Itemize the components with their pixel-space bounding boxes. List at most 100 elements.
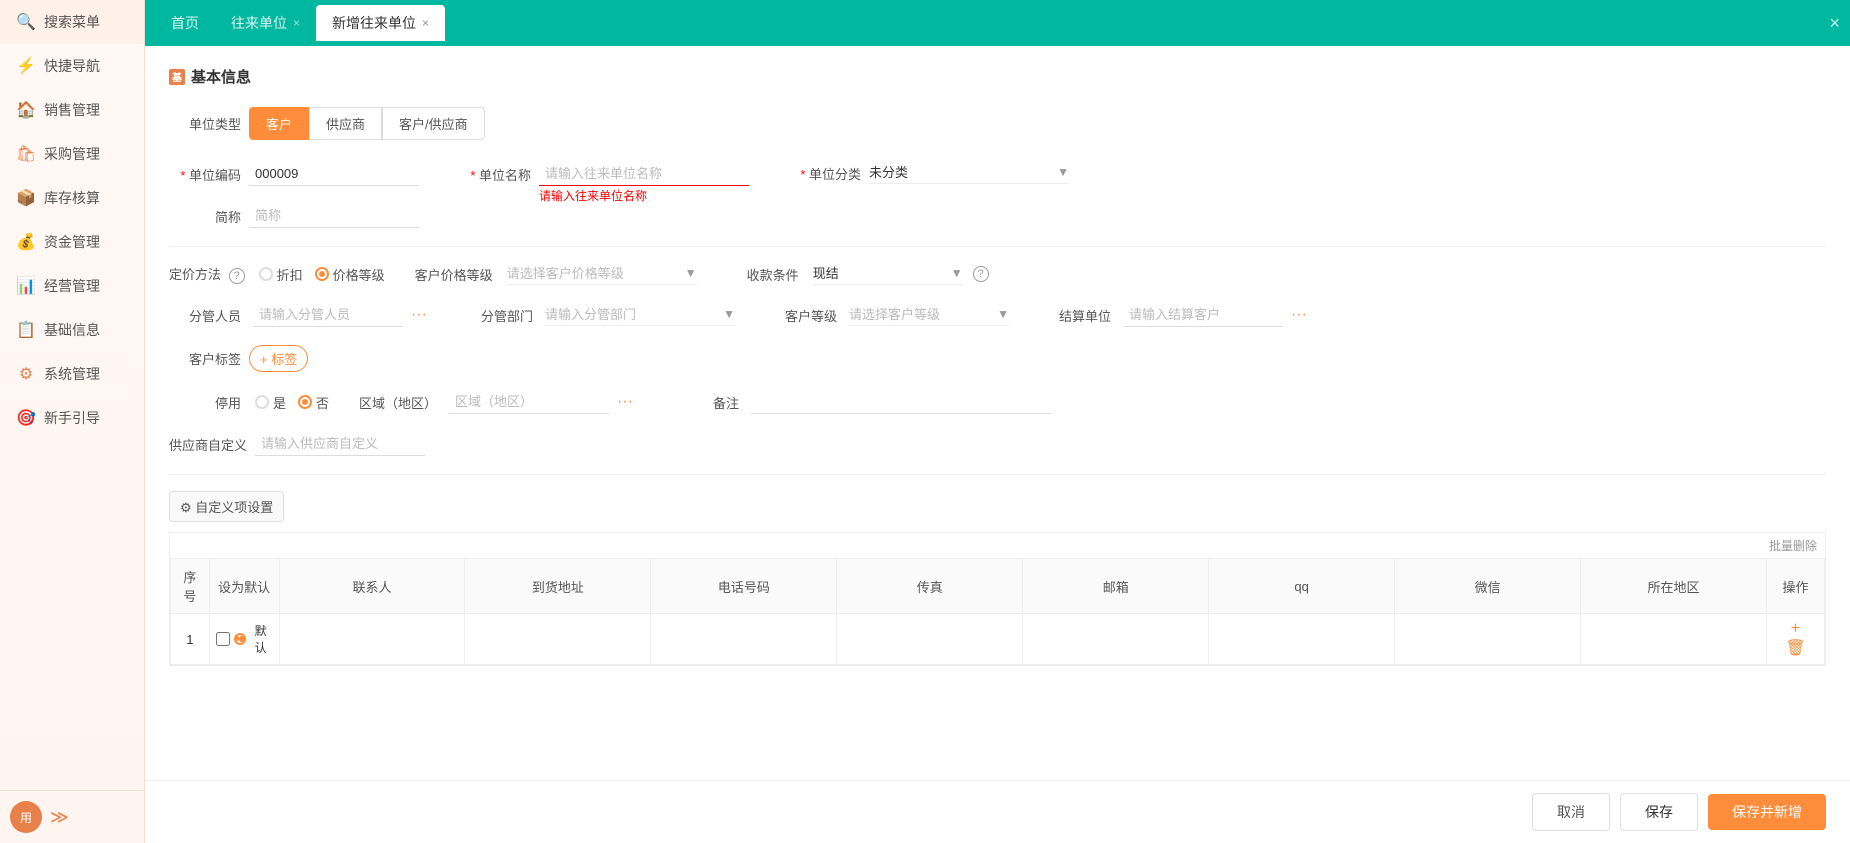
- pricing-radio-discount[interactable]: 折扣: [259, 265, 303, 284]
- cell-address[interactable]: [465, 614, 651, 665]
- customer-price-select[interactable]: 请选择客户价格等级 ▼: [507, 263, 697, 285]
- radio-dot-price-level: [315, 267, 329, 281]
- tab-vendor-list-label: 往来单位: [231, 13, 287, 33]
- sidebar-item-label: 新手引导: [44, 408, 100, 428]
- cell-contact[interactable]: [279, 614, 465, 665]
- delete-row-button[interactable]: 🗑: [1782, 638, 1808, 658]
- tab-vendor-list-close[interactable]: ×: [293, 16, 300, 30]
- address-input[interactable]: [471, 632, 644, 647]
- sidebar-item-purchase[interactable]: 🛍 采购管理: [0, 132, 144, 176]
- unit-category-select[interactable]: 未分类 ▼: [869, 162, 1069, 184]
- unit-btn-both[interactable]: 客户/供应商: [382, 107, 485, 140]
- sidebar-item-finance[interactable]: 💰 资金管理: [0, 220, 144, 264]
- unit-type-label: 单位类型: [169, 114, 249, 133]
- cell-fax[interactable]: [837, 614, 1023, 665]
- contact-input[interactable]: [286, 632, 459, 647]
- unit-btn-customer[interactable]: 客户: [249, 107, 309, 140]
- pricing-help-icon[interactable]: ?: [229, 268, 245, 284]
- save-and-new-button[interactable]: 保存并新增: [1708, 794, 1826, 830]
- region-more-icon[interactable]: ···: [613, 393, 637, 411]
- tab-home[interactable]: 首页: [155, 5, 215, 41]
- box-icon: 📦: [16, 188, 36, 208]
- short-name-input[interactable]: [249, 204, 419, 228]
- col-contact: 联系人: [279, 559, 465, 614]
- sidebar-item-inventory[interactable]: 📦 库存核算: [0, 176, 144, 220]
- sidebar-item-label: 采购管理: [44, 144, 100, 164]
- tab-bar-close-all[interactable]: ×: [1829, 13, 1840, 34]
- chevron-down5-icon: ▼: [997, 307, 1009, 321]
- tab-vendor-list[interactable]: 往来单位 ×: [215, 5, 316, 41]
- cell-qq[interactable]: [1209, 614, 1395, 665]
- region-input[interactable]: [449, 390, 609, 414]
- sidebar-item-sales[interactable]: 🏠 销售管理: [0, 88, 144, 132]
- cancel-button[interactable]: 取消: [1532, 793, 1610, 831]
- cell-phone[interactable]: [651, 614, 837, 665]
- customer-level-select[interactable]: 请选择客户等级 ▼: [849, 304, 1009, 326]
- cell-region[interactable]: [1581, 614, 1767, 665]
- payment-terms-select[interactable]: 现结 ▼: [813, 263, 963, 285]
- cell-default: 默认: [209, 614, 279, 665]
- disabled-radio-no[interactable]: 否: [298, 393, 329, 412]
- section-header: 基 基本信息: [169, 66, 1826, 87]
- fax-input[interactable]: [843, 632, 1016, 647]
- manager-more-icon[interactable]: ···: [407, 306, 431, 324]
- cell-seq: 1: [171, 614, 210, 665]
- manager-input[interactable]: [253, 303, 403, 327]
- unit-category-value: 未分类: [869, 162, 1057, 181]
- unit-code-input[interactable]: [249, 162, 419, 186]
- unit-name-field: * 单位名称 请输入往来单位名称: [459, 162, 749, 186]
- col-qq: qq: [1209, 559, 1395, 614]
- unit-category-label: * 单位分类: [789, 164, 869, 183]
- add-tag-button[interactable]: + 标签: [249, 345, 308, 372]
- row-region-input[interactable]: [1587, 632, 1760, 647]
- remark-input[interactable]: [751, 390, 1051, 414]
- default-radio-cell[interactable]: 默认: [234, 622, 273, 656]
- wechat-input[interactable]: [1401, 632, 1574, 647]
- phone-input[interactable]: [657, 632, 830, 647]
- pricing-radio-price-level[interactable]: 价格等级: [315, 265, 385, 284]
- unit-type-row: 单位类型 客户 供应商 客户/供应商: [169, 107, 1826, 140]
- cell-wechat[interactable]: [1395, 614, 1581, 665]
- col-action: 操作: [1766, 559, 1824, 614]
- payment-terms-help-icon[interactable]: ?: [973, 266, 989, 282]
- save-button[interactable]: 保存: [1620, 793, 1698, 831]
- chevron-down4-icon: ▼: [723, 307, 735, 321]
- remark-label: 备注: [667, 393, 747, 412]
- sidebar-item-base[interactable]: 📋 基础信息: [0, 308, 144, 352]
- sidebar-item-system[interactable]: ⚙ 系统管理: [0, 352, 144, 396]
- settlement-unit-more-icon[interactable]: ···: [1287, 306, 1311, 324]
- customer-price-field: 客户价格等级 请选择客户价格等级 ▼: [415, 263, 697, 285]
- row-pricing: 定价方法 ? 折扣 价格等级 客户价格等级: [169, 263, 1826, 285]
- cell-email[interactable]: [1023, 614, 1209, 665]
- unit-name-error: 请输入往来单位名称: [539, 187, 647, 204]
- sidebar-item-label: 销售管理: [44, 100, 100, 120]
- settlement-unit-label: 结算单位: [1039, 306, 1119, 325]
- row-checkbox[interactable]: [216, 632, 230, 646]
- email-input[interactable]: [1029, 632, 1202, 647]
- add-row-button[interactable]: +: [1788, 620, 1803, 638]
- tab-bar: 首页 往来单位 × 新增往来单位 × ×: [145, 0, 1850, 46]
- tab-new-vendor-close[interactable]: ×: [422, 16, 429, 30]
- qq-input[interactable]: [1215, 632, 1388, 647]
- disabled-radio-yes[interactable]: 是: [255, 393, 286, 412]
- sidebar-item-quick-nav[interactable]: ⚡ 快捷导航: [0, 44, 144, 88]
- sidebar-item-guide[interactable]: 🎯 新手引导: [0, 396, 144, 440]
- sidebar-item-search[interactable]: 🔍 搜索菜单: [0, 0, 144, 44]
- supplier-custom-input[interactable]: [255, 432, 425, 456]
- cell-action: + 🗑: [1766, 614, 1824, 665]
- radio-dot-yes: [255, 395, 269, 409]
- dept-placeholder: 请输入分管部门: [545, 304, 723, 323]
- tab-new-vendor[interactable]: 新增往来单位 ×: [316, 5, 445, 41]
- batch-delete-btn[interactable]: 批量删除: [1769, 537, 1817, 554]
- content-area: 基 基本信息 单位类型 客户 供应商 客户/供应商 * 单位编码: [145, 46, 1850, 780]
- chart-icon: 📊: [16, 276, 36, 296]
- settlement-unit-input[interactable]: [1123, 303, 1283, 327]
- contact-table-container: 批量删除 序号 设为默认 联系人 到货地址 电话号码 传真 邮箱 qq 微信 所…: [169, 532, 1826, 666]
- unit-name-input[interactable]: [539, 162, 749, 186]
- dept-select[interactable]: 请输入分管部门 ▼: [545, 304, 735, 326]
- custom-settings-button[interactable]: ⚙ 自定义项设置: [169, 491, 284, 522]
- sidebar-item-operations[interactable]: 📊 经营管理: [0, 264, 144, 308]
- unit-category-field: * 单位分类 未分类 ▼: [789, 162, 1069, 184]
- unit-btn-supplier[interactable]: 供应商: [309, 107, 382, 140]
- disabled-radio-group: 是 否: [255, 393, 329, 412]
